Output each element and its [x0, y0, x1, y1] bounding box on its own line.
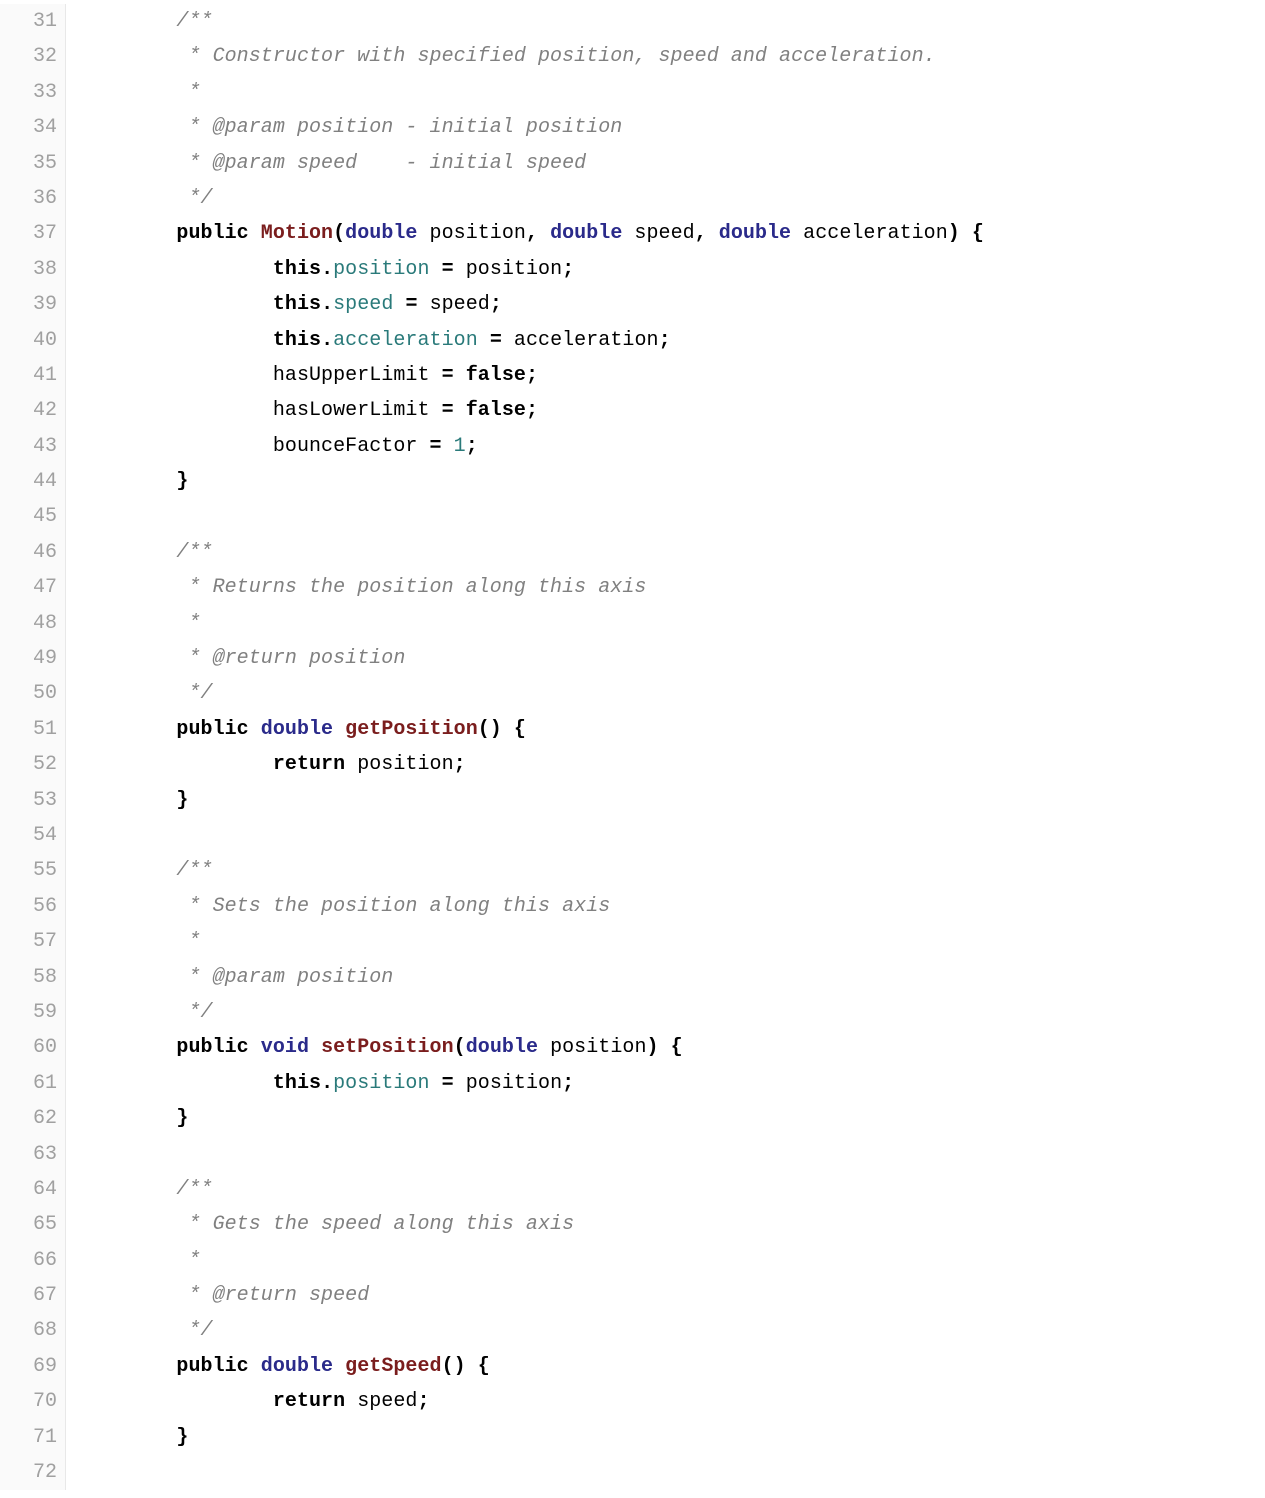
- code-area[interactable]: /** * Constructor with specified positio…: [66, 4, 984, 1490]
- line-number: 71: [0, 1420, 57, 1455]
- line-number: 64: [0, 1172, 57, 1207]
- code-line[interactable]: [80, 818, 984, 853]
- line-number: 47: [0, 570, 57, 605]
- code-line[interactable]: * @param position: [80, 960, 984, 995]
- line-number: 34: [0, 110, 57, 145]
- line-number-gutter: 3132333435363738394041424344454647484950…: [0, 4, 66, 1490]
- code-line[interactable]: * @return speed: [80, 1278, 984, 1313]
- code-line[interactable]: [80, 1455, 984, 1490]
- line-number: 58: [0, 960, 57, 995]
- code-line[interactable]: /**: [80, 4, 984, 39]
- code-line[interactable]: public void setPosition(double position)…: [80, 1030, 984, 1065]
- line-number: 53: [0, 783, 57, 818]
- code-line[interactable]: */: [80, 181, 984, 216]
- line-number: 52: [0, 747, 57, 782]
- code-line[interactable]: this.position = position;: [80, 1066, 984, 1101]
- line-number: 44: [0, 464, 57, 499]
- code-line[interactable]: /**: [80, 535, 984, 570]
- line-number: 39: [0, 287, 57, 322]
- code-line[interactable]: *: [80, 606, 984, 641]
- code-line[interactable]: * @return position: [80, 641, 984, 676]
- code-line[interactable]: * @param speed - initial speed: [80, 146, 984, 181]
- code-line[interactable]: public Motion(double position, double sp…: [80, 216, 984, 251]
- line-number: 45: [0, 499, 57, 534]
- line-number: 46: [0, 535, 57, 570]
- code-line[interactable]: *: [80, 75, 984, 110]
- code-line[interactable]: *: [80, 924, 984, 959]
- code-line[interactable]: public double getPosition() {: [80, 712, 984, 747]
- code-line[interactable]: /**: [80, 853, 984, 888]
- line-number: 50: [0, 676, 57, 711]
- line-number: 62: [0, 1101, 57, 1136]
- code-line[interactable]: * Gets the speed along this axis: [80, 1207, 984, 1242]
- line-number: 42: [0, 393, 57, 428]
- line-number: 43: [0, 429, 57, 464]
- line-number: 65: [0, 1207, 57, 1242]
- code-line[interactable]: bounceFactor = 1;: [80, 429, 984, 464]
- line-number: 51: [0, 712, 57, 747]
- code-line[interactable]: }: [80, 1101, 984, 1136]
- line-number: 68: [0, 1313, 57, 1348]
- code-line[interactable]: */: [80, 1313, 984, 1348]
- code-line[interactable]: this.acceleration = acceleration;: [80, 323, 984, 358]
- code-line[interactable]: */: [80, 676, 984, 711]
- line-number: 72: [0, 1455, 57, 1490]
- line-number: 55: [0, 853, 57, 888]
- code-line[interactable]: * @param position - initial position: [80, 110, 984, 145]
- line-number: 31: [0, 4, 57, 39]
- line-number: 57: [0, 924, 57, 959]
- code-line[interactable]: hasLowerLimit = false;: [80, 393, 984, 428]
- code-line[interactable]: [80, 499, 984, 534]
- line-number: 32: [0, 39, 57, 74]
- line-number: 48: [0, 606, 57, 641]
- line-number: 36: [0, 181, 57, 216]
- line-number: 56: [0, 889, 57, 924]
- code-line[interactable]: */: [80, 995, 984, 1030]
- code-line[interactable]: this.position = position;: [80, 252, 984, 287]
- line-number: 33: [0, 75, 57, 110]
- line-number: 60: [0, 1030, 57, 1065]
- line-number: 35: [0, 146, 57, 181]
- line-number: 61: [0, 1066, 57, 1101]
- code-line[interactable]: /**: [80, 1172, 984, 1207]
- code-line[interactable]: * Returns the position along this axis: [80, 570, 984, 605]
- line-number: 38: [0, 252, 57, 287]
- code-line[interactable]: hasUpperLimit = false;: [80, 358, 984, 393]
- line-number: 70: [0, 1384, 57, 1419]
- code-line[interactable]: return speed;: [80, 1384, 984, 1419]
- code-line[interactable]: }: [80, 464, 984, 499]
- code-line[interactable]: *: [80, 1243, 984, 1278]
- code-line[interactable]: this.speed = speed;: [80, 287, 984, 322]
- line-number: 67: [0, 1278, 57, 1313]
- code-line[interactable]: * Constructor with specified position, s…: [80, 39, 984, 74]
- line-number: 37: [0, 216, 57, 251]
- code-line[interactable]: [80, 1137, 984, 1172]
- line-number: 69: [0, 1349, 57, 1384]
- code-line[interactable]: public double getSpeed() {: [80, 1349, 984, 1384]
- code-line[interactable]: }: [80, 783, 984, 818]
- code-line[interactable]: return position;: [80, 747, 984, 782]
- line-number: 41: [0, 358, 57, 393]
- line-number: 54: [0, 818, 57, 853]
- line-number: 49: [0, 641, 57, 676]
- code-editor[interactable]: 3132333435363738394041424344454647484950…: [0, 0, 1265, 1494]
- line-number: 63: [0, 1137, 57, 1172]
- code-line[interactable]: }: [80, 1420, 984, 1455]
- line-number: 40: [0, 323, 57, 358]
- line-number: 59: [0, 995, 57, 1030]
- line-number: 66: [0, 1243, 57, 1278]
- code-line[interactable]: * Sets the position along this axis: [80, 889, 984, 924]
